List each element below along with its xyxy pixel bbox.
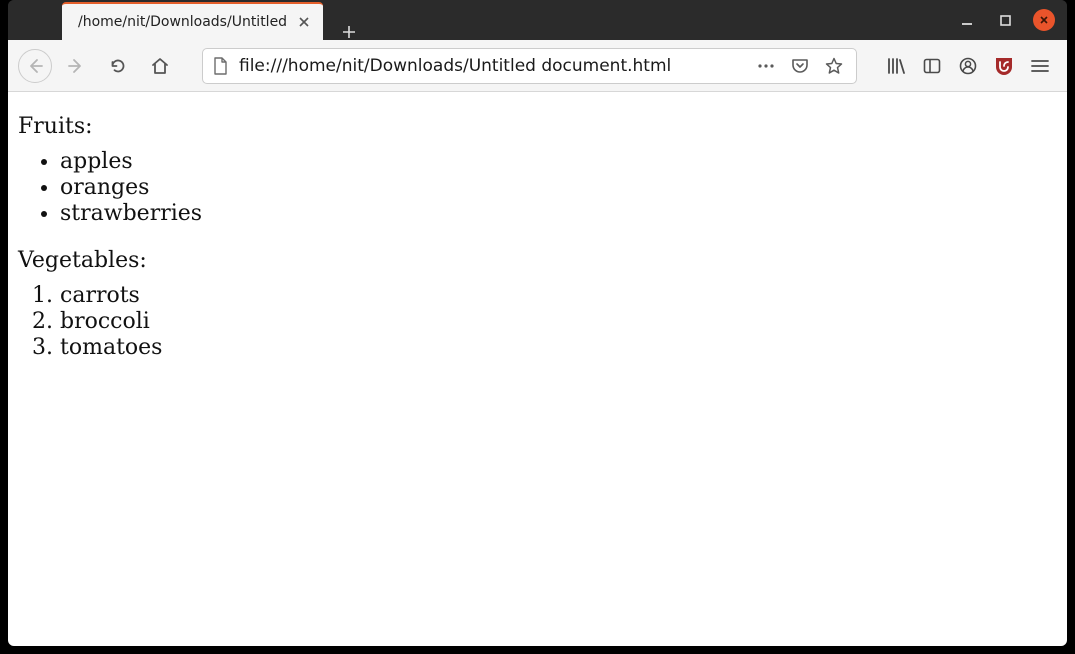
close-tab-button[interactable]	[295, 13, 313, 31]
sidebar-icon	[923, 58, 941, 74]
forward-button[interactable]	[58, 48, 94, 84]
star-icon	[825, 57, 843, 75]
library-button[interactable]	[885, 55, 907, 77]
sidebar-button[interactable]	[921, 55, 943, 77]
close-icon	[1039, 15, 1049, 25]
vegetables-heading: Vegetables:	[18, 248, 1057, 273]
forward-arrow-icon	[67, 57, 85, 75]
bookmark-button[interactable]	[824, 56, 844, 76]
plus-icon	[341, 24, 357, 40]
account-button[interactable]	[957, 55, 979, 77]
list-item: broccoli	[60, 309, 1057, 334]
account-icon	[959, 57, 977, 75]
pocket-button[interactable]	[790, 56, 810, 76]
close-icon	[298, 16, 310, 28]
back-arrow-icon	[26, 57, 44, 75]
home-icon	[150, 56, 170, 76]
fruits-heading: Fruits:	[18, 114, 1057, 139]
hamburger-icon	[1031, 59, 1049, 73]
browser-tab[interactable]: /home/nit/Downloads/Untitled	[62, 2, 323, 40]
toolbar	[8, 40, 1067, 92]
titlebar: /home/nit/Downloads/Untitled	[8, 0, 1067, 40]
url-input[interactable]	[239, 56, 742, 76]
list-item: strawberries	[60, 201, 1057, 226]
list-item: apples	[60, 149, 1057, 174]
reload-icon	[109, 57, 127, 75]
page-actions-button[interactable]	[756, 56, 776, 76]
reload-button[interactable]	[100, 48, 136, 84]
back-button[interactable]	[18, 49, 52, 83]
pocket-icon	[791, 58, 809, 74]
list-item: tomatoes	[60, 335, 1057, 360]
browser-window: /home/nit/Downloads/Untitled	[8, 0, 1067, 646]
ublock-icon	[993, 55, 1015, 77]
library-icon	[886, 57, 906, 75]
url-actions	[752, 56, 848, 76]
list-item: oranges	[60, 175, 1057, 200]
url-bar[interactable]	[202, 48, 857, 84]
menu-button[interactable]	[1029, 55, 1051, 77]
tab-strip: /home/nit/Downloads/Untitled	[8, 0, 367, 40]
new-tab-button[interactable]	[331, 24, 367, 40]
window-controls	[957, 0, 1061, 40]
window-close-button[interactable]	[1033, 9, 1055, 31]
maximize-icon	[999, 14, 1012, 27]
minimize-button[interactable]	[957, 10, 977, 30]
vegetables-list: carrots broccoli tomatoes	[18, 283, 1057, 360]
minimize-icon	[960, 13, 974, 27]
ublock-button[interactable]	[993, 55, 1015, 77]
page-icon	[211, 57, 229, 75]
list-item: carrots	[60, 283, 1057, 308]
page-content: Fruits: apples oranges strawberries Vege…	[8, 92, 1067, 646]
home-button[interactable]	[142, 48, 178, 84]
toolbar-right-icons	[873, 55, 1057, 77]
fruits-list: apples oranges strawberries	[18, 149, 1057, 226]
maximize-button[interactable]	[995, 10, 1015, 30]
tab-title: /home/nit/Downloads/Untitled	[78, 14, 287, 30]
ellipsis-icon	[757, 63, 775, 69]
